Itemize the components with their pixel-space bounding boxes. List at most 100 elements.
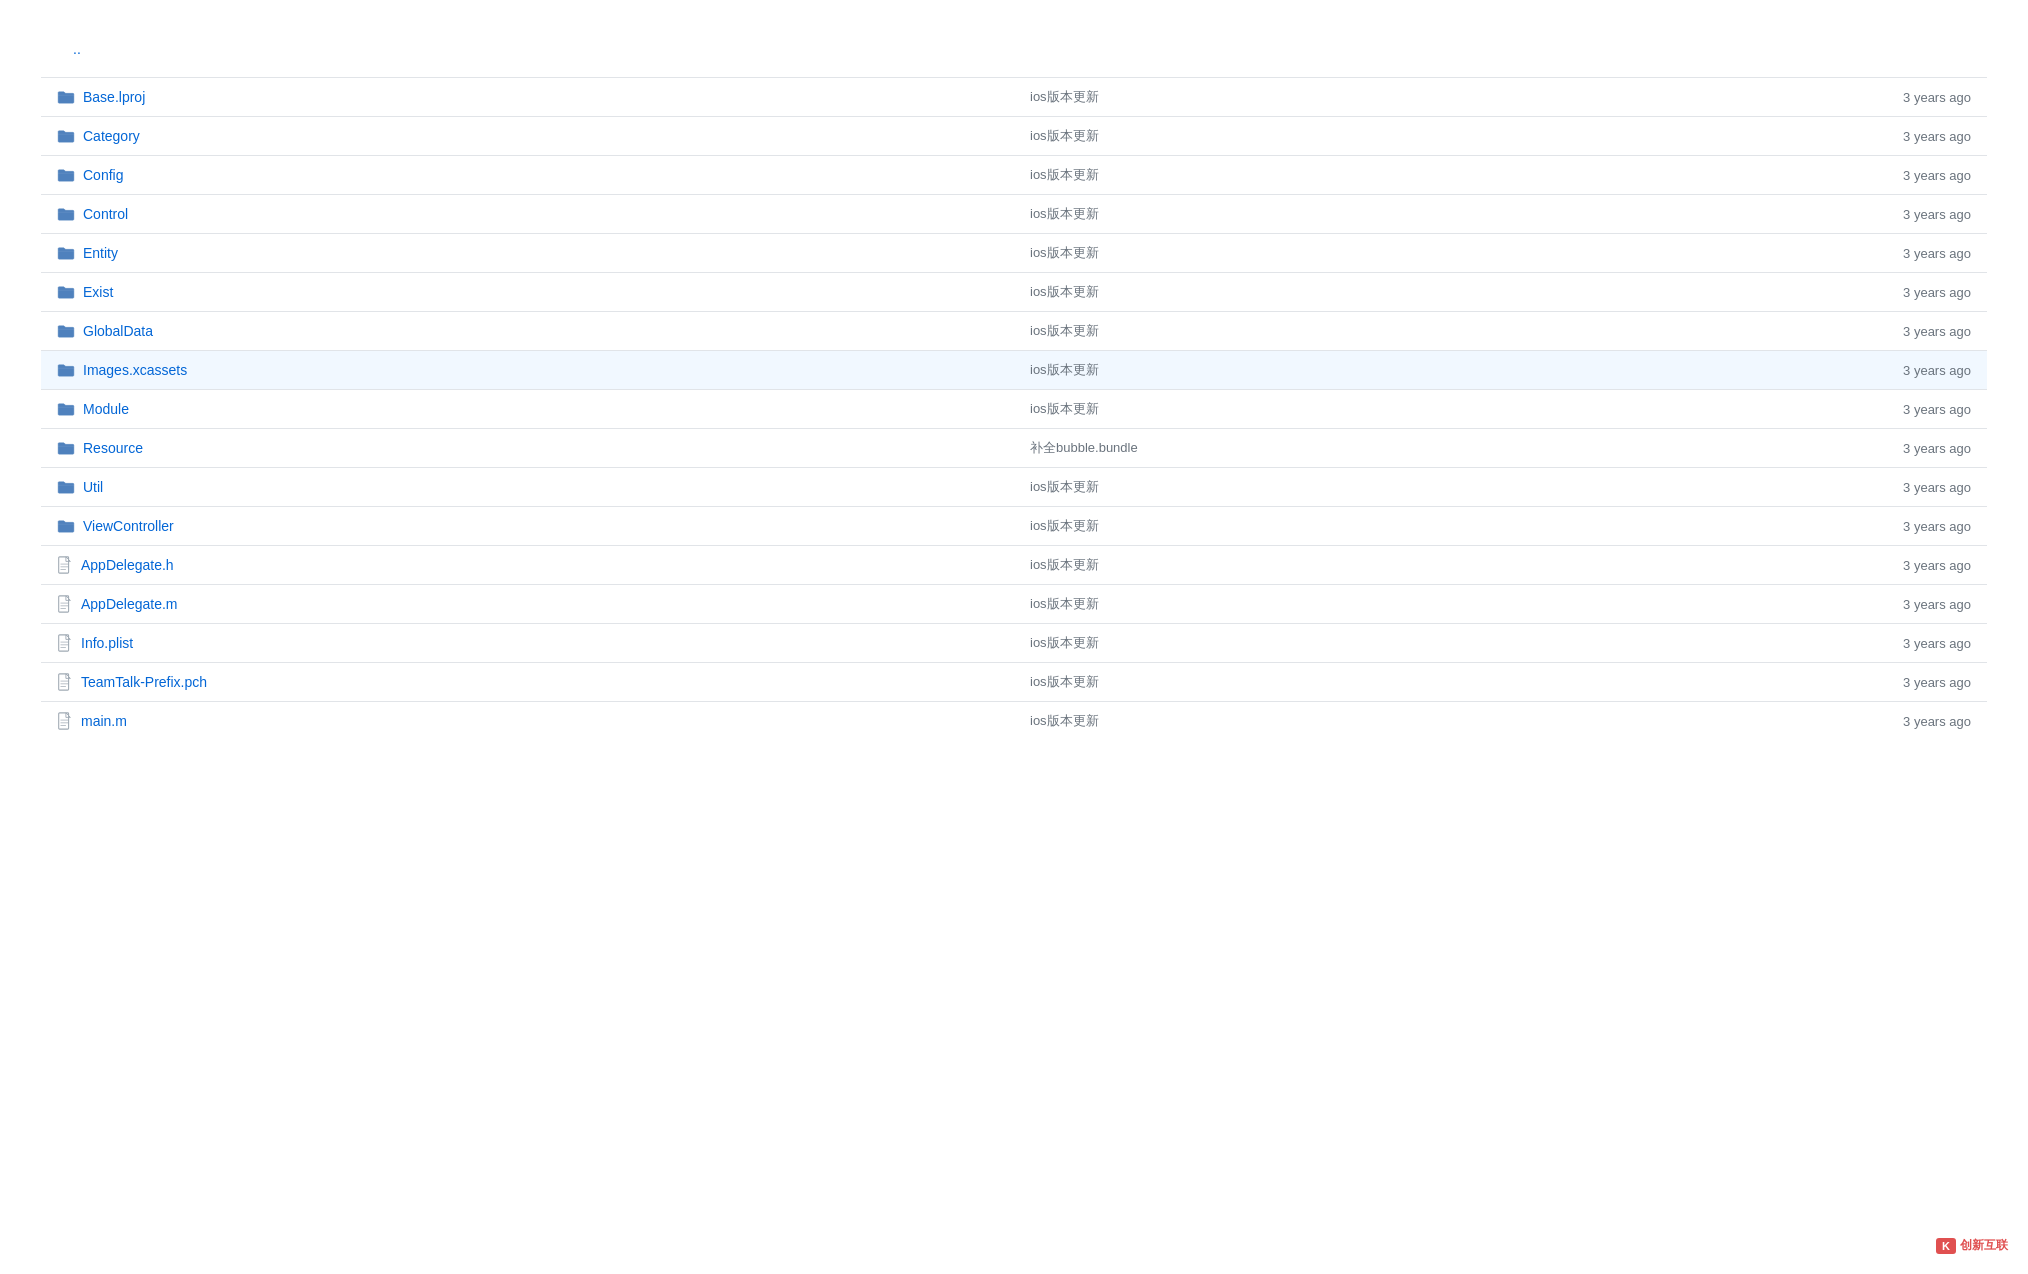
commit-time: 3 years ago [1695,351,1987,390]
page-container: .. Base.lproj ios版本更新 3 years ago Catego… [0,20,2028,741]
table-row: Control ios版本更新 3 years ago [41,195,1988,234]
commit-message: ios版本更新 [1014,351,1695,390]
file-link[interactable]: main.m [81,713,127,729]
file-name-cell: AppDelegate.h [41,546,1015,585]
parent-link[interactable]: .. [57,31,1971,67]
file-name-cell: Entity [41,234,1015,273]
file-name-cell: Exist [41,273,1015,312]
commit-message: ios版本更新 [1014,234,1695,273]
commit-message: ios版本更新 [1014,702,1695,741]
svg-rect-8 [59,635,69,651]
table-row: Config ios版本更新 3 years ago [41,156,1988,195]
file-icon [57,634,73,652]
table-row: Module ios版本更新 3 years ago [41,390,1988,429]
table-row: AppDelegate.m ios版本更新 3 years ago [41,585,1988,624]
folder-icon [57,207,75,221]
file-link[interactable]: Control [83,206,128,222]
commit-time: 3 years ago [1695,663,1987,702]
file-link[interactable]: GlobalData [83,323,153,339]
commit-message: ios版本更新 [1014,156,1695,195]
file-name-cell: GlobalData [41,312,1015,351]
table-row: TeamTalk-Prefix.pch ios版本更新 3 years ago [41,663,1988,702]
commit-time: 3 years ago [1695,312,1987,351]
file-name-cell: Info.plist [41,624,1015,663]
commit-time: 3 years ago [1695,78,1987,117]
file-link[interactable]: Resource [83,440,143,456]
commit-message: 补全bubble.bundle [1014,429,1695,468]
file-name-cell: Module [41,390,1015,429]
commit-message: ios版本更新 [1014,663,1695,702]
folder-icon [57,441,75,455]
file-link[interactable]: Config [83,167,123,183]
file-link[interactable]: AppDelegate.m [81,596,178,612]
commit-message: ios版本更新 [1014,624,1695,663]
commit-time: 3 years ago [1695,117,1987,156]
file-icon [57,595,73,613]
commit-message: ios版本更新 [1014,546,1695,585]
file-icon [57,556,73,574]
file-table: .. Base.lproj ios版本更新 3 years ago Catego… [40,20,1988,741]
table-row: Util ios版本更新 3 years ago [41,468,1988,507]
folder-icon [57,480,75,494]
svg-rect-4 [59,596,69,612]
file-name-cell: Category [41,117,1015,156]
commit-time: 3 years ago [1695,273,1987,312]
folder-icon [57,168,75,182]
folder-icon [57,285,75,299]
commit-time: 3 years ago [1695,429,1987,468]
file-link[interactable]: ViewController [83,518,174,534]
file-link[interactable]: Module [83,401,129,417]
file-name-cell: main.m [41,702,1015,741]
file-link[interactable]: AppDelegate.h [81,557,174,573]
commit-message: ios版本更新 [1014,195,1695,234]
folder-icon [57,246,75,260]
file-icon [57,712,73,730]
commit-time: 3 years ago [1695,390,1987,429]
table-row: Resource 补全bubble.bundle 3 years ago [41,429,1988,468]
table-row: Category ios版本更新 3 years ago [41,117,1988,156]
file-link[interactable]: Util [83,479,103,495]
table-row: main.m ios版本更新 3 years ago [41,702,1988,741]
commit-message: ios版本更新 [1014,117,1695,156]
file-name-cell: Config [41,156,1015,195]
commit-message: ios版本更新 [1014,78,1695,117]
table-row: GlobalData ios版本更新 3 years ago [41,312,1988,351]
commit-time: 3 years ago [1695,468,1987,507]
table-row: Info.plist ios版本更新 3 years ago [41,624,1988,663]
file-name-cell: Util [41,468,1015,507]
file-link[interactable]: Images.xcassets [83,362,187,378]
commit-message: ios版本更新 [1014,273,1695,312]
folder-icon [57,363,75,377]
parent-row: .. [41,21,1988,78]
commit-message: ios版本更新 [1014,507,1695,546]
commit-time: 3 years ago [1695,234,1987,273]
file-name-cell: Base.lproj [41,78,1015,117]
file-link[interactable]: TeamTalk-Prefix.pch [81,674,207,690]
folder-icon [57,324,75,338]
commit-message: ios版本更新 [1014,390,1695,429]
svg-rect-12 [59,674,69,690]
folder-icon [57,402,75,416]
table-row: ViewController ios版本更新 3 years ago [41,507,1988,546]
table-row: AppDelegate.h ios版本更新 3 years ago [41,546,1988,585]
commit-time: 3 years ago [1695,195,1987,234]
svg-rect-0 [59,557,69,573]
file-link[interactable]: Base.lproj [83,89,145,105]
file-link[interactable]: Entity [83,245,118,261]
file-link[interactable]: Info.plist [81,635,133,651]
commit-time: 3 years ago [1695,585,1987,624]
folder-icon [57,519,75,533]
file-name-cell: TeamTalk-Prefix.pch [41,663,1015,702]
commit-time: 3 years ago [1695,156,1987,195]
commit-time: 3 years ago [1695,624,1987,663]
file-link[interactable]: Category [83,128,140,144]
folder-icon [57,90,75,104]
svg-rect-16 [59,713,69,729]
file-name-cell: ViewController [41,507,1015,546]
commit-message: ios版本更新 [1014,468,1695,507]
commit-time: 3 years ago [1695,546,1987,585]
commit-time: 3 years ago [1695,507,1987,546]
file-name-cell: AppDelegate.m [41,585,1015,624]
file-link[interactable]: Exist [83,284,113,300]
file-name-cell: Resource [41,429,1015,468]
